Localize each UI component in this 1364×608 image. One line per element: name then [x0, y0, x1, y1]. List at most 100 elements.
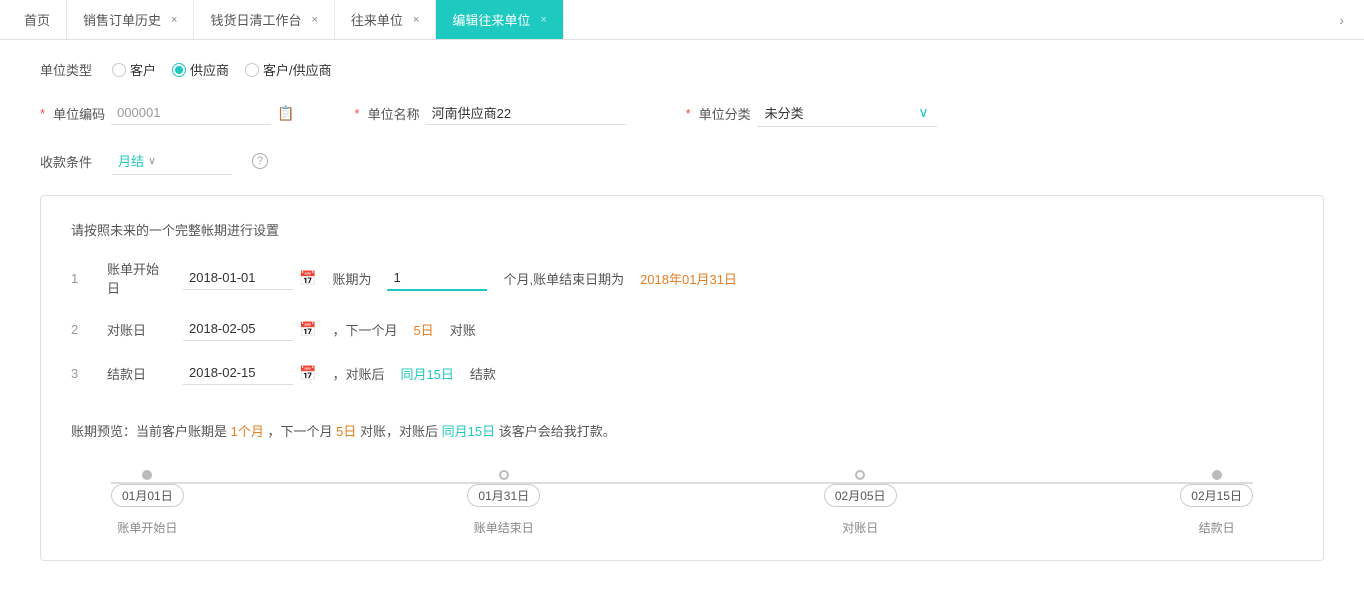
row-desc-2a: ，下一个月 [332, 320, 397, 339]
timeline-point-1: 01月01日 账单开始日 [111, 470, 184, 536]
tab-home[interactable]: 首页 [8, 0, 67, 39]
date-input-2[interactable] [183, 317, 293, 341]
preview-sep1: ，下一个月 [268, 424, 333, 439]
tl-dot-3 [855, 470, 865, 480]
field-label-3: 结款日 [107, 364, 167, 383]
row-highlight-2: 5日 [413, 320, 433, 339]
tl-badge-3: 02月05日 [824, 484, 897, 507]
cal-icon-1[interactable]: 📅 [299, 270, 316, 287]
preview-text: 账期预览：当前客户账期是 1个月 ，下一个月 5日 对账，对账后 同月15日 该… [71, 405, 1293, 440]
cat-label: 单位分类 [699, 104, 751, 123]
settings-section: 请按照未来的一个完整帐期进行设置 1 账单开始日 📅 账期为 个月,账单结束日期… [40, 195, 1324, 561]
main-content: 单位类型 客户 供应商 客户/供应商 * 单位编码 📋 * 单位名称 [0, 40, 1364, 608]
tab-bar: 首页 销售订单历史 × 钱货日清工作台 × 往来单位 × 编辑往来单位 × › [0, 0, 1364, 40]
tl-label-4: 结款日 [1199, 519, 1235, 536]
section-instruction: 请按照未来的一个完整帐期进行设置 [71, 220, 1293, 239]
tab-cash-work[interactable]: 钱货日清工作台 × [194, 0, 334, 39]
timeline-point-4: 02月15日 结款日 [1180, 470, 1253, 536]
tl-label-2: 账单结束日 [474, 519, 534, 536]
cat-required: * [686, 106, 691, 121]
row-desc-1b: 个月,账单结束日期为 [503, 269, 624, 288]
payment-select[interactable]: 月结 ∨ [112, 147, 232, 175]
row-desc-1a: 账期为 [332, 269, 371, 288]
code-input[interactable] [111, 101, 271, 125]
radio-customer[interactable]: 客户 [112, 60, 156, 79]
tab-partner[interactable]: 往来单位 × [335, 0, 436, 39]
row-num-2: 2 [71, 322, 91, 337]
tab-close-partner[interactable]: × [413, 14, 419, 26]
tab-edit-partner[interactable]: 编辑往来单位 × [436, 0, 563, 39]
preview-label: 账期预览：当前客户账期是 [71, 424, 227, 439]
timeline: 01月01日 账单开始日 01月31日 账单结束日 02月05日 对账日 [71, 470, 1293, 536]
code-label: 单位编码 [53, 104, 105, 123]
unit-type-label: 单位类型 [40, 60, 92, 79]
name-label: 单位名称 [368, 104, 420, 123]
timeline-point-3: 02月05日 对账日 [824, 470, 897, 536]
tl-label-3: 对账日 [842, 519, 878, 536]
name-input[interactable] [426, 101, 626, 125]
radio-supplier-label: 供应商 [190, 60, 229, 79]
timeline-points: 01月01日 账单开始日 01月31日 账单结束日 02月05日 对账日 [111, 470, 1253, 536]
radio-supplier[interactable]: 供应商 [172, 60, 229, 79]
code-name-category-row: * 单位编码 📋 * 单位名称 * 单位分类 未分类 ∨ [40, 99, 1324, 127]
code-required: * [40, 106, 45, 121]
radio-both-label: 客户/供应商 [263, 60, 332, 79]
cal-icon-3[interactable]: 📅 [299, 365, 316, 382]
radio-both-circle [245, 63, 259, 77]
setting-row-1: 1 账单开始日 📅 账期为 个月,账单结束日期为 2018年01月31日 [71, 259, 1293, 297]
tab-close-edit-partner[interactable]: × [540, 14, 546, 26]
setting-rows: 1 账单开始日 📅 账期为 个月,账单结束日期为 2018年01月31日 2 对… [71, 259, 1293, 385]
date-wrap-3: 📅 [183, 361, 316, 385]
payment-label: 收款条件 [40, 152, 92, 171]
row-highlight-1: 2018年01月31日 [640, 269, 737, 288]
category-field-group: * 单位分类 未分类 ∨ [686, 99, 937, 127]
preview-p1: 1个月 [231, 424, 264, 439]
preview-p2: 5日 [336, 424, 356, 439]
tab-close-cash-work[interactable]: × [311, 14, 317, 26]
date-wrap-1: 📅 [183, 266, 316, 290]
row-desc-2b: 对账 [450, 320, 476, 339]
tl-label-1: 账单开始日 [117, 519, 177, 536]
radio-both[interactable]: 客户/供应商 [245, 60, 332, 79]
date-input-3[interactable] [183, 361, 293, 385]
timeline-point-2: 01月31日 账单结束日 [467, 470, 540, 536]
tl-dot-4 [1212, 470, 1222, 480]
category-select[interactable]: 未分类 ∨ [757, 99, 937, 127]
help-icon[interactable]: ? [252, 153, 268, 169]
field-label-1: 账单开始日 [107, 259, 167, 297]
tl-dot-2 [499, 470, 509, 480]
date-wrap-2: 📅 [183, 317, 316, 341]
cal-icon-2[interactable]: 📅 [299, 321, 316, 338]
row-num-1: 1 [71, 271, 91, 286]
code-field-group: * 单位编码 📋 [40, 101, 295, 125]
field-label-2: 对账日 [107, 320, 167, 339]
unit-type-radio-group: 客户 供应商 客户/供应商 [112, 60, 332, 79]
row-desc-3b: 结款 [470, 364, 496, 383]
preview-sep2: 对账，对账后 [360, 424, 438, 439]
name-required: * [355, 106, 360, 121]
preview-end: 该客户会给我打款。 [499, 424, 616, 439]
tl-badge-4: 02月15日 [1180, 484, 1253, 507]
setting-row-2: 2 对账日 📅 ，下一个月 5日 对账 [71, 317, 1293, 341]
tl-badge-2: 01月31日 [467, 484, 540, 507]
row-desc-3a: ，对账后 [332, 364, 384, 383]
period-input[interactable] [387, 266, 487, 291]
tab-sales-history[interactable]: 销售订单历史 × [67, 0, 194, 39]
radio-supplier-circle [172, 63, 186, 77]
code-calendar-icon[interactable]: 📋 [277, 105, 294, 122]
unit-type-row: 单位类型 客户 供应商 客户/供应商 [40, 60, 1324, 79]
category-chevron-icon: ∨ [918, 104, 928, 121]
date-input-1[interactable] [183, 266, 293, 290]
row-num-3: 3 [71, 366, 91, 381]
row-highlight-3: 同月15日 [400, 364, 453, 383]
tl-badge-1: 01月01日 [111, 484, 184, 507]
payment-chevron-icon: ∨ [148, 154, 156, 167]
name-field-group: * 单位名称 [355, 101, 626, 125]
tl-dot-1 [142, 470, 152, 480]
tab-close-sales-history[interactable]: × [171, 14, 177, 26]
setting-row-3: 3 结款日 📅 ，对账后 同月15日 结款 [71, 361, 1293, 385]
category-value: 未分类 [765, 103, 913, 122]
tab-more-arrow[interactable]: › [1327, 12, 1356, 28]
payment-row: 收款条件 月结 ∨ ? [40, 147, 1324, 175]
radio-customer-label: 客户 [130, 60, 156, 79]
